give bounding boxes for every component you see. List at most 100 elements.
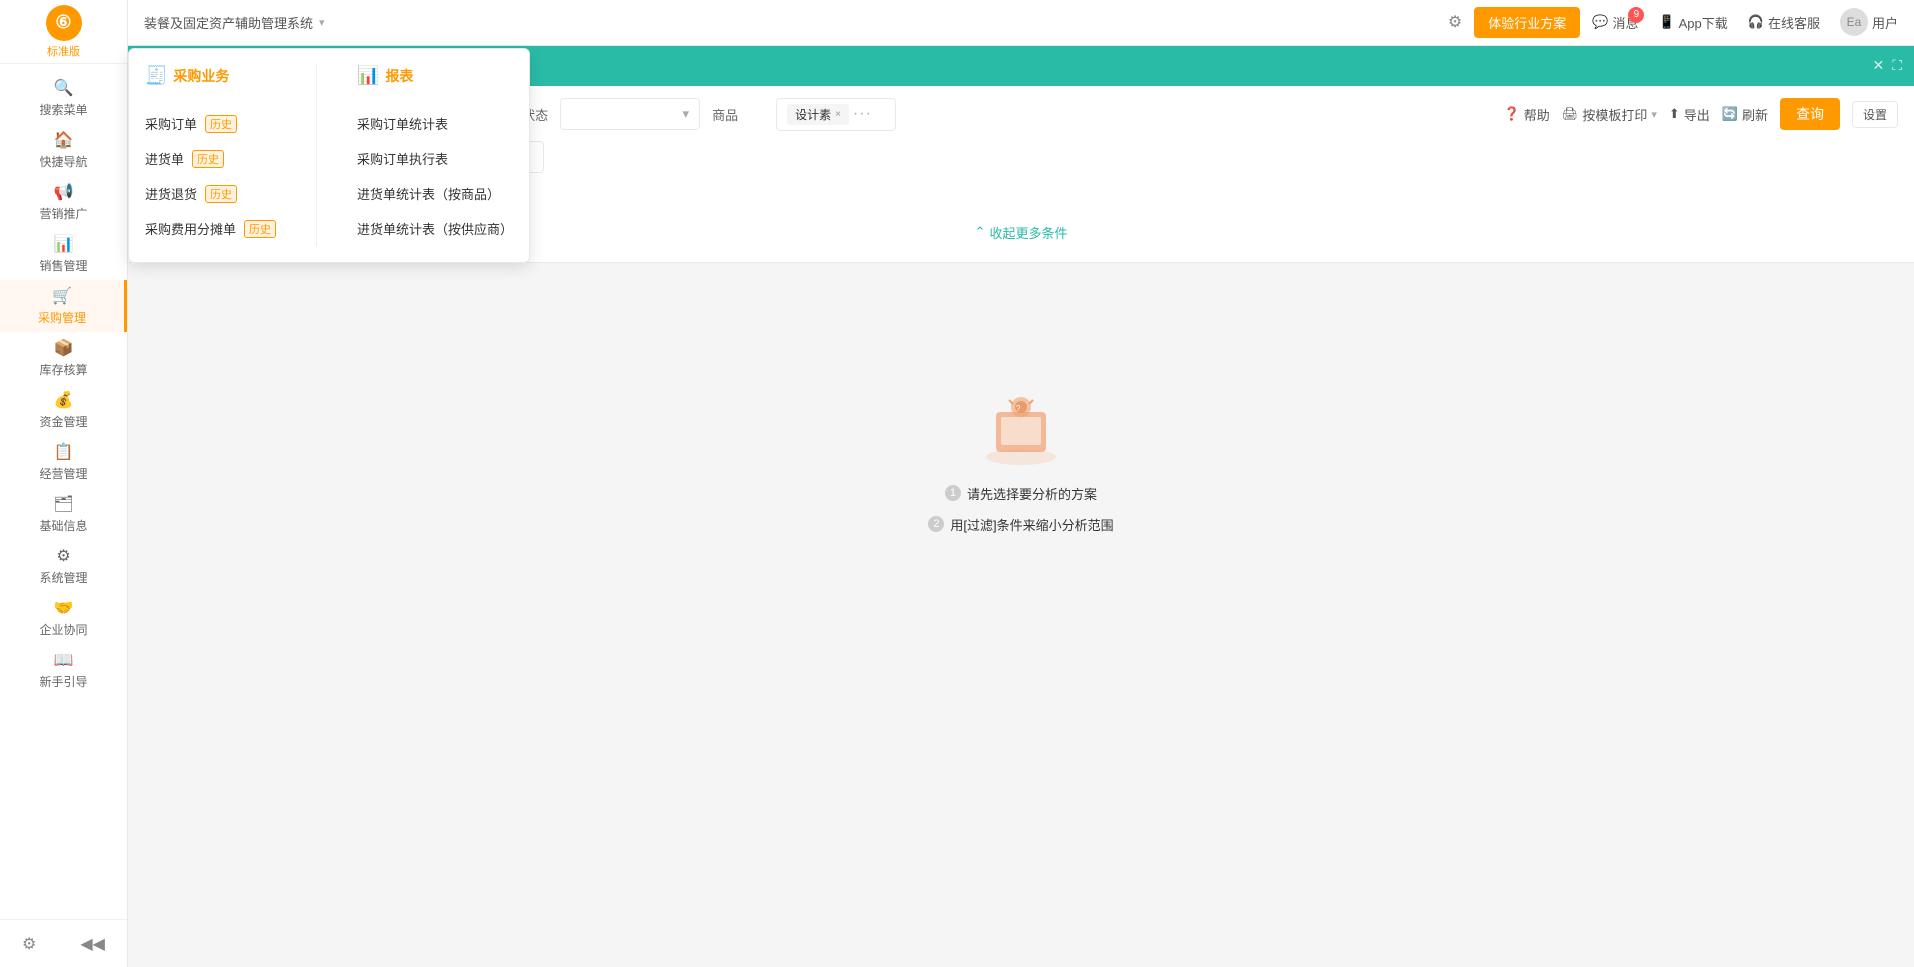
sidebar-item-sales[interactable]: 📊 销售管理 [0,228,127,280]
sidebar-bottom: ⚙ ◀◀ [0,919,127,967]
sidebar-item-finance[interactable]: 💰 资金管理 [0,384,127,436]
sidebar-label-enterprise: 企业协同 [39,621,87,638]
sidebar-label-newbie: 新手引导 [39,673,87,690]
export-button[interactable]: ⬆ 导出 [1669,105,1710,124]
title-arrow-icon: ▾ [319,16,325,29]
sales-icon: 📊 [54,234,74,254]
refresh-button[interactable]: 🔄 刷新 [1722,105,1768,124]
dropdown-item-purchase-order[interactable]: 采购订单 历史 [145,106,276,141]
goods-tag-remove[interactable]: × [835,109,841,120]
finance-icon: 💰 [54,390,74,410]
purchase-receipt-hist-badge: 历史 [192,150,224,168]
svg-text:?: ? [1016,404,1021,413]
sidebar-collapse-icon[interactable]: ◀◀ [80,934,105,954]
dropdown-item-purchase-order-stat[interactable]: 采购订单统计表 [357,106,513,141]
purchase-expense-label: 采购费用分摊单 [145,219,236,238]
print-arrow-icon: ▾ [1651,108,1657,121]
newbie-icon: 📖 [54,650,74,670]
logo-icon: ⑥ [46,5,82,41]
purchase-order-hist-badge: 历史 [205,115,237,133]
sidebar-item-marketing[interactable]: 📢 营销推广 [0,176,127,228]
system-title: 装餐及固定资产辅助管理系统 ▾ [144,13,1436,32]
user-menu-button[interactable]: Ea 用户 [1840,8,1898,36]
sidebar-settings-icon[interactable]: ⚙ [22,934,36,954]
receipt-stat-goods-label: 进货单统计表（按商品） [357,184,500,203]
dropdown-item-purchase-return[interactable]: 进货退货 历史 [145,176,276,211]
sidebar-item-search[interactable]: 🔍 搜索菜单 [0,72,127,124]
purchase-order-exec-label: 采购订单执行表 [357,149,448,168]
goods-input[interactable]: 设计素 × ··· [776,98,896,131]
online-service-label: 在线客服 [1768,13,1820,32]
tab-bar-right: ✕ ⛶ [1872,57,1914,74]
purchase-col-label: 采购业务 [173,66,229,86]
enterprise-icon: 🤝 [54,598,74,618]
purchase-icon: 🛒 [52,286,72,306]
help-button[interactable]: ❓ 帮助 [1504,105,1550,124]
sidebar-label-system: 系统管理 [39,569,87,586]
dropdown-item-receipt-stat-supplier[interactable]: 进货单统计表（按供应商） [357,211,513,246]
empty-hint-2: 2 用[过滤]条件来缩小分析范围 [928,515,1113,534]
toolbar-right: ❓ 帮助 🖨 按模板打印 ▾ ⬆ 导出 🔄 刷新 [1504,98,1898,130]
sidebar-label-marketing: 营销推广 [39,205,87,222]
settings-button[interactable]: 设置 [1852,101,1898,128]
app-download-button[interactable]: 📱 App下载 [1658,13,1727,32]
system-title-text: 装餐及固定资产辅助管理系统 [144,13,313,32]
empty-hint-1: 1 请先选择要分析的方案 [945,484,1097,503]
sidebar-item-inventory[interactable]: 📦 库存核算 [0,332,127,384]
dropdown-item-receipt-stat-goods[interactable]: 进货单统计表（按商品） [357,176,513,211]
report-col: 📊 报表 采购订单统计表 采购订单执行表 进货单统计表（按商品） 进货单统计表（… [357,65,513,246]
tab-close-window-icon[interactable]: ✕ [1872,57,1884,74]
export-label: 导出 [1684,105,1710,124]
message-icon: 💬 [1592,14,1608,30]
dropdown-item-purchase-order-exec[interactable]: 采购订单执行表 [357,141,513,176]
print-label: 按模板打印 [1582,105,1647,124]
report-col-title: 📊 报表 [357,65,513,94]
purchase-order-stat-label: 采购订单统计表 [357,114,448,133]
goods-label: 商品 [712,105,768,124]
report-col-label: 报表 [385,66,413,86]
sidebar-label-basic: 基础信息 [39,517,87,534]
dropdown-divider [316,65,317,246]
export-icon: ⬆ [1669,106,1680,122]
avatar: Ea [1840,8,1868,36]
sidebar-label-operations: 经营管理 [39,465,87,482]
online-service-button[interactable]: 🎧 在线客服 [1748,13,1820,32]
sidebar: ⑥ 标准版 🔍 搜索菜单 🏠 快捷导航 📢 营销推广 📊 销售管理 🛒 采购管理… [0,0,128,967]
header-gear-icon[interactable]: ⚙ [1448,12,1462,32]
help-icon: ❓ [1504,106,1520,122]
empty-hint-2-text: 用[过滤]条件来缩小分析范围 [950,515,1113,534]
sidebar-label-search: 搜索菜单 [39,101,87,118]
dropdown-item-purchase-expense[interactable]: 采购费用分摊单 历史 [145,211,276,246]
empty-hint-1-text: 请先选择要分析的方案 [967,484,1097,503]
messages-button[interactable]: 💬 消息 9 [1592,13,1638,32]
status-input[interactable]: ▾ [560,98,700,130]
sidebar-logo: ⑥ 标准版 [0,0,127,64]
sidebar-label-purchase: 采购管理 [38,309,86,326]
purchase-col: 🧾 采购业务 采购订单 历史 进货单 历史 进货退货 历史 采购费用分摊单 历史 [145,65,276,246]
dropdown-item-purchase-receipt[interactable]: 进货单 历史 [145,141,276,176]
sidebar-item-system[interactable]: ⚙ 系统管理 [0,540,127,592]
industry-solution-button[interactable]: 体验行业方案 [1474,7,1580,38]
collapse-up-icon: ⌃ [975,224,986,240]
sidebar-item-basic[interactable]: 🗂 基础信息 [0,488,127,540]
query-button[interactable]: 查询 [1780,98,1840,130]
purchase-return-hist-badge: 历史 [205,185,237,203]
basic-icon: 🗂 [53,494,73,514]
sidebar-item-purchase[interactable]: 🛒 采购管理 [0,280,127,332]
goods-tag: 设计素 × [787,104,849,125]
logo-text: 标准版 [47,43,80,59]
empty-illustration: ? [971,392,1071,472]
goods-tag-text: 设计素 [795,106,831,123]
search-menu-icon: 🔍 [54,78,74,98]
tab-fullscreen-icon[interactable]: ⛶ [1892,57,1902,74]
system-icon: ⚙ [56,546,70,566]
sidebar-item-newbie[interactable]: 📖 新手引导 [0,644,127,696]
sidebar-item-enterprise[interactable]: 🤝 企业协同 [0,592,127,644]
collapse-label: 收起更多条件 [989,223,1067,242]
sidebar-item-quick-nav[interactable]: 🏠 快捷导航 [0,124,127,176]
goods-more-btn[interactable]: ··· [853,105,872,123]
print-button[interactable]: 🖨 按模板打印 ▾ [1562,105,1657,124]
purchase-return-label: 进货退货 [145,184,197,203]
sidebar-nav: 🔍 搜索菜单 🏠 快捷导航 📢 营销推广 📊 销售管理 🛒 采购管理 📦 库存核… [0,64,127,919]
sidebar-item-operations[interactable]: 📋 经营管理 [0,436,127,488]
